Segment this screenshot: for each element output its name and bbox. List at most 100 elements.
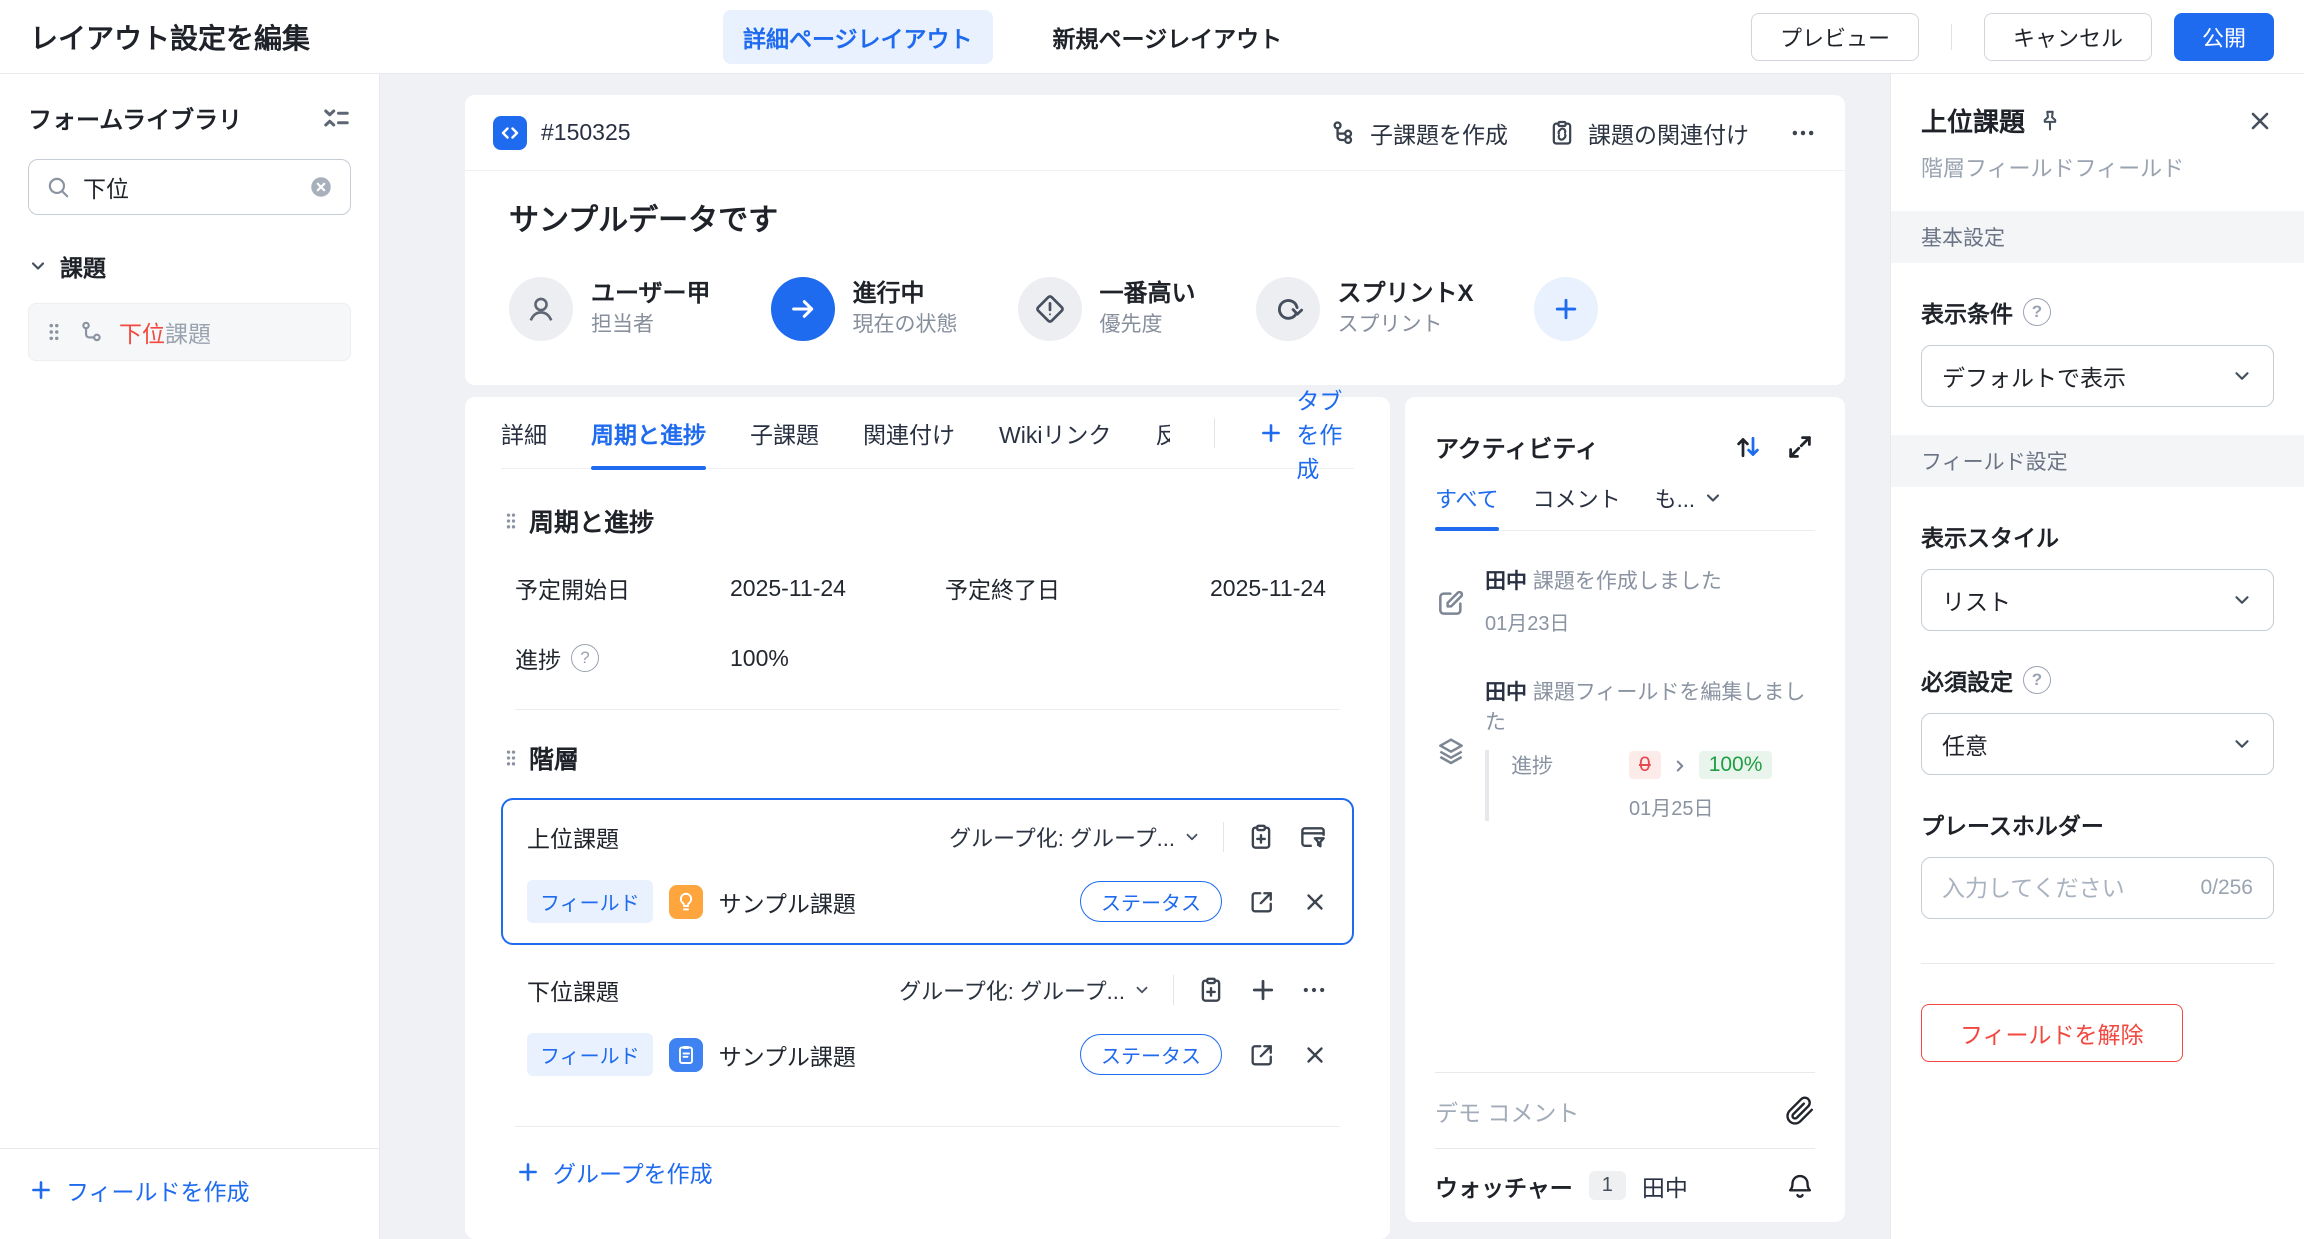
clipboard-add-icon[interactable] (1246, 822, 1276, 852)
tab-wiki-links[interactable]: Wikiリンク (999, 397, 1111, 469)
expand-icon[interactable] (1785, 432, 1815, 462)
comment-input[interactable]: デモ コメント (1435, 1094, 1785, 1128)
grouping-dropdown[interactable]: グループ化: グループ... (899, 974, 1151, 1006)
activity-title: アクティビティ (1435, 436, 1599, 463)
create-subissue-button[interactable]: 子課題を作成 (1330, 116, 1508, 150)
library-item-label: 下位課題 (119, 315, 211, 349)
status-pill[interactable]: ステータス (1080, 1034, 1222, 1075)
remove-icon[interactable] (1302, 889, 1328, 915)
changed-field-label: 進捗 (1511, 755, 1553, 778)
end-date-value[interactable]: 2025-11-24 (1210, 575, 1354, 602)
add-item-icon[interactable] (1248, 975, 1278, 1005)
start-date-value[interactable]: 2025-11-24 (730, 575, 945, 602)
layers-icon (1435, 680, 1467, 821)
drag-handle-icon[interactable] (43, 321, 65, 343)
topbar-actions: プレビュー キャンセル 公開 (1750, 12, 2274, 61)
progress-value[interactable]: 100% (730, 645, 945, 672)
create-field-button[interactable]: フィールドを作成 (28, 1173, 250, 1207)
group-actions-divider (1223, 822, 1224, 852)
display-condition-select[interactable]: デフォルトで表示 (1921, 345, 2274, 407)
tab-cycle-progress[interactable]: 周期と進捗 (591, 397, 706, 470)
watchers-names[interactable]: 田中 (1642, 1169, 1688, 1203)
grouping-dropdown[interactable]: グループ化: グループ... (949, 821, 1201, 853)
field-chip-sprint[interactable]: スプリントX スプリント (1255, 277, 1474, 341)
sample-issue-name[interactable]: サンプル課題 (719, 885, 856, 919)
priority-label: 優先度 (1099, 313, 1163, 336)
drag-handle-icon[interactable] (501, 748, 521, 768)
help-icon[interactable]: ? (2023, 298, 2051, 326)
tab-detail-page-layout[interactable]: 詳細ページレイアウト (723, 10, 993, 64)
status-label: 現在の状態 (852, 313, 958, 336)
close-icon[interactable] (2246, 107, 2274, 135)
clipboard-link-icon (1548, 119, 1576, 147)
remove-field-button[interactable]: フィールドを解除 (1921, 1004, 2183, 1062)
sprint-loop-icon (1255, 277, 1320, 341)
preview-button[interactable]: プレビュー (1750, 12, 1919, 61)
more-icon[interactable] (1300, 976, 1328, 1004)
group-card-parent-issue[interactable]: 上位課題 グループ化: グループ... フィールド サンプル課題 ステータス (501, 798, 1354, 945)
start-date-label: 予定開始日 (515, 577, 630, 603)
tab-new-page-layout[interactable]: 新規ページレイアウト (1033, 10, 1303, 64)
tab-comments[interactable]: コメント (1533, 482, 1621, 530)
layout-tabs: 詳細ページレイアウト 新規ページレイアウト (723, 0, 1302, 74)
activity-user[interactable]: 田中 (1485, 681, 1527, 704)
drag-handle-icon[interactable] (501, 511, 521, 531)
collapse-panel-icon[interactable] (321, 103, 351, 133)
group-card-child-issue[interactable]: 下位課題 グループ化: グループ... フィールド サンプル課題 ステータス (501, 951, 1354, 1098)
field-chip-assignee[interactable]: ユーザー甲 担当者 (509, 277, 711, 341)
help-icon[interactable]: ? (571, 644, 599, 672)
comment-input-row: デモ コメント (1435, 1072, 1815, 1148)
tab-all[interactable]: すべて (1435, 482, 1499, 531)
activity-user[interactable]: 田中 (1485, 570, 1527, 593)
progress-label: 進捗 (515, 647, 561, 673)
remove-icon[interactable] (1302, 1042, 1328, 1068)
bell-icon[interactable] (1785, 1171, 1815, 1201)
cancel-button[interactable]: キャンセル (1983, 12, 2152, 61)
chevron-right-icon (1671, 757, 1689, 775)
search-input[interactable] (83, 173, 296, 201)
add-field-button[interactable] (1533, 277, 1598, 341)
placeholder-input[interactable] (1942, 874, 2191, 902)
tab-details[interactable]: 詳細 (501, 397, 547, 469)
more-icon[interactable] (1789, 119, 1817, 147)
sample-issue-name[interactable]: サンプル課題 (719, 1038, 856, 1072)
status-pill[interactable]: ステータス (1080, 881, 1222, 922)
display-style-select[interactable]: リスト (1921, 569, 2274, 631)
plus-icon (1258, 420, 1284, 446)
create-group-button[interactable]: グループを作成 (515, 1155, 713, 1189)
tab-overflow[interactable]: 反 (1155, 397, 1169, 469)
doc-icon (668, 1037, 703, 1072)
section-basic-settings: 基本設定 (1891, 211, 2304, 263)
field-chip-priority[interactable]: 一番高い 優先度 (1017, 277, 1196, 341)
required-setting-select[interactable]: 任意 (1921, 713, 2274, 775)
external-link-icon[interactable] (1248, 888, 1276, 916)
grouping-value: グループ化: グループ... (899, 979, 1125, 1004)
tab-subissues[interactable]: 子課題 (750, 397, 819, 469)
link-issue-button[interactable]: 課題の関連付け (1548, 116, 1749, 150)
issue-title[interactable]: サンプルデータです (509, 195, 1801, 239)
library-search[interactable] (28, 159, 351, 215)
publish-button[interactable]: 公開 (2173, 12, 2274, 61)
cycle-section-title: 周期と進捗 (529, 509, 655, 537)
sort-icon[interactable] (1733, 432, 1763, 462)
paperclip-icon[interactable] (1785, 1096, 1815, 1126)
display-style-label: 表示スタイル (1921, 525, 2059, 551)
pin-icon[interactable] (2037, 108, 2063, 134)
create-subissue-label: 子課題を作成 (1370, 121, 1508, 148)
help-icon[interactable]: ? (2023, 666, 2051, 694)
activity-feed: 田中 課題を作成しました 01月23日 田中 課題フィールドを編集しました 進捗… (1435, 567, 1815, 821)
clipboard-add-icon[interactable] (1196, 975, 1226, 1005)
library-section-label: 課題 (60, 255, 106, 281)
library-section-issues[interactable]: 課題 (28, 249, 351, 283)
field-chip-status[interactable]: 進行中 現在の状態 (770, 277, 958, 341)
tab-more[interactable]: も... (1655, 482, 1723, 530)
external-link-icon[interactable] (1248, 1041, 1276, 1069)
tab-links[interactable]: 関連付け (863, 397, 955, 469)
library-field-item[interactable]: 下位課題 (28, 303, 351, 361)
field-inspector-panel: 上位課題 階層フィールドフィールド 基本設定 表示条件 ? デフォルトで表示 フ… (1890, 74, 2304, 1239)
topbar-divider (1950, 23, 1952, 50)
create-tab-button[interactable]: タブを作成 (1258, 382, 1354, 484)
card-filter-icon[interactable] (1298, 822, 1328, 852)
clear-search-icon[interactable] (308, 174, 334, 200)
search-icon (45, 174, 71, 200)
